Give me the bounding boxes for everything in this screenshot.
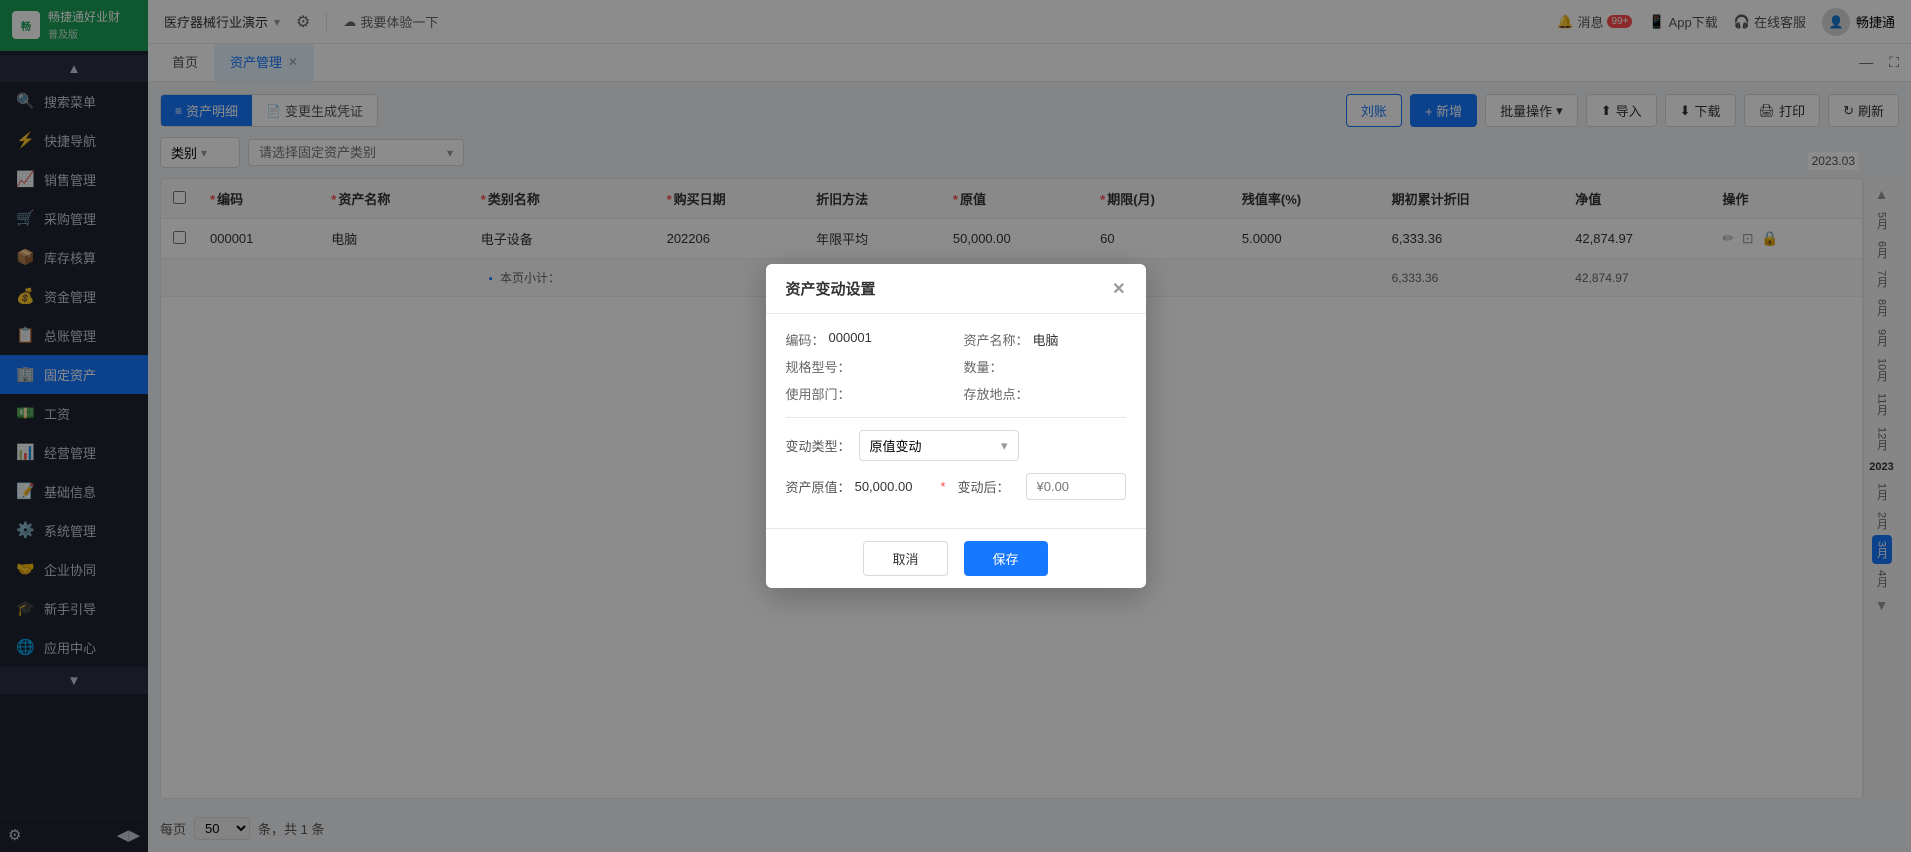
modal-department-item: 使用部门： [786,384,948,403]
modal-change-type-field: 变动类型： 原值变动 ▾ [786,430,1126,461]
modal-change-type-value: 原值变动 [870,436,922,455]
modal-cancel-btn[interactable]: 取消 [863,541,947,576]
modal-code-value: 000001 [829,330,872,349]
asset-change-modal: 资产变动设置 ✕ 编码： 000001 资产名称： 电脑 规格型号： 数 [766,264,1146,588]
modal-header: 资产变动设置 ✕ [766,264,1146,314]
modal-after-static-label: 变动后： [958,477,1018,496]
modal-department-label: 使用部门： [786,384,851,403]
modal-info-grid: 编码： 000001 资产名称： 电脑 规格型号： 数量： 使用部门： [786,330,1126,403]
modal-code-item: 编码： 000001 [786,330,948,349]
modal-name-label: 资产名称： [964,330,1029,349]
modal-after-input[interactable] [1026,473,1126,500]
modal-footer: 取消 保存 [766,528,1146,588]
modal-quantity-item: 数量： [964,357,1126,376]
modal-name-item: 资产名称： 电脑 [964,330,1126,349]
modal-body: 编码： 000001 资产名称： 电脑 规格型号： 数量： 使用部门： [766,314,1146,528]
modal-change-type-select[interactable]: 原值变动 ▾ [859,430,1019,461]
modal-location-label: 存放地点： [964,384,1029,403]
modal-original-value: 50,000.00 [855,479,913,494]
modal-change-type-chevron-icon: ▾ [1001,438,1008,454]
modal-divider [786,417,1126,418]
modal-after-label: * [940,479,945,494]
modal-name-value: 电脑 [1033,330,1059,349]
modal-title: 资产变动设置 [786,278,876,299]
modal-values-field: 资产原值： 50,000.00 * 变动后： [786,473,1126,500]
modal-location-item: 存放地点： [964,384,1126,403]
modal-code-label: 编码： [786,330,825,349]
modal-quantity-label: 数量： [964,357,1003,376]
modal-save-btn[interactable]: 保存 [964,541,1048,576]
modal-close-icon[interactable]: ✕ [1112,279,1125,299]
modal-change-type-label: 变动类型： [786,436,851,455]
modal-overlay: 资产变动设置 ✕ 编码： 000001 资产名称： 电脑 规格型号： 数 [0,0,1911,852]
modal-spec-item: 规格型号： [786,357,948,376]
modal-original-value-label: 资产原值： [786,477,847,496]
modal-spec-label: 规格型号： [786,357,851,376]
